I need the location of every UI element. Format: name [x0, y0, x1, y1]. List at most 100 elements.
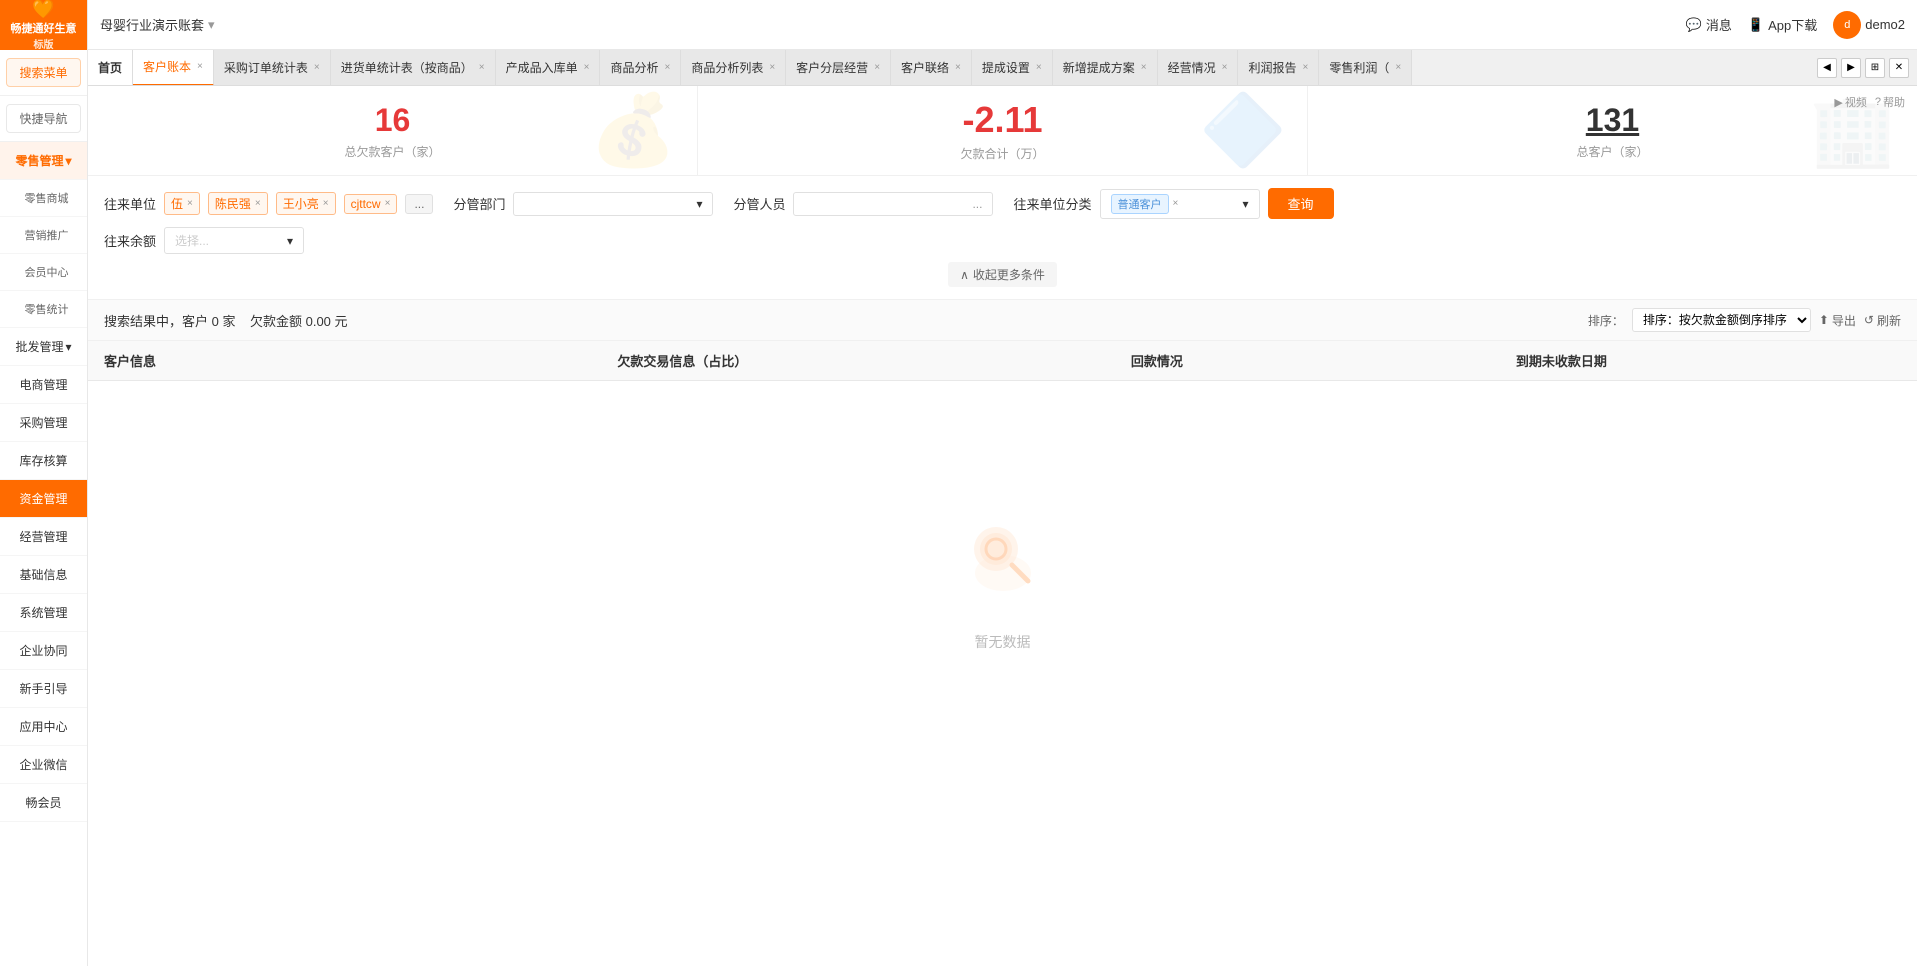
filter-tag-2-remove[interactable]: ×: [255, 198, 261, 209]
logo-text: 畅捷通好生意: [11, 22, 77, 36]
tab-product-analysis-list[interactable]: 商品分析列表 ×: [681, 50, 786, 86]
sidebar-item-corp-wechat[interactable]: 企业微信: [0, 746, 87, 784]
tab-customer-tier-close[interactable]: ×: [874, 62, 880, 73]
tab-biz-situation-close[interactable]: ×: [1222, 62, 1228, 73]
tab-product-analysis-list-label: 商品分析列表: [691, 59, 763, 76]
sidebar-item-inventory[interactable]: 库存核算: [0, 442, 87, 480]
tab-product-instock-close[interactable]: ×: [584, 62, 590, 73]
tab-retail-profit[interactable]: 零售利润（ ×: [1319, 50, 1412, 86]
tab-scroll-right[interactable]: ▶: [1841, 58, 1861, 78]
collapse-up-icon: ∧: [960, 268, 969, 282]
tab-product-analysis-label: 商品分析: [610, 59, 658, 76]
tab-profit-report[interactable]: 利润报告 ×: [1238, 50, 1319, 86]
tab-scroll-left[interactable]: ◀: [1817, 58, 1837, 78]
stat-bg-icon-customers: 💰: [590, 90, 677, 172]
tab-product-analysis-close[interactable]: ×: [664, 62, 670, 73]
sidebar-item-corp-collab[interactable]: 企业协同: [0, 632, 87, 670]
message-button[interactable]: 💬 消息: [1686, 15, 1732, 34]
tab-purchase-order[interactable]: 采购订单统计表 ×: [214, 50, 331, 86]
user-profile[interactable]: d demo2: [1833, 11, 1905, 39]
video-icon: ▶: [1834, 96, 1842, 109]
username-label: demo2: [1865, 17, 1905, 32]
dept-dropdown[interactable]: ▾: [513, 192, 713, 216]
refresh-icon: ↺: [1864, 313, 1874, 327]
app-download-label: App下载: [1768, 15, 1817, 34]
tab-stock-stats[interactable]: 进货单统计表（按商品） ×: [331, 50, 496, 86]
refresh-label: 刷新: [1877, 312, 1901, 329]
tab-customer-tier[interactable]: 客户分层经营 ×: [786, 50, 891, 86]
sidebar-item-operations[interactable]: 经营管理: [0, 518, 87, 556]
collapse-button[interactable]: ∧ 收起更多条件: [948, 262, 1057, 287]
sidebar-item-retail-stat[interactable]: 零售统计: [0, 291, 87, 328]
sidebar-item-wholesale[interactable]: 批发管理 ▾: [0, 328, 87, 366]
stat-value-total[interactable]: 131: [1576, 102, 1648, 139]
tab-customer-cost-close[interactable]: ×: [197, 61, 203, 72]
query-button[interactable]: 查询: [1268, 188, 1334, 219]
sidebar-item-retail[interactable]: 零售管理 ▾: [0, 142, 87, 180]
sidebar-item-marketing[interactable]: 营销推广: [0, 217, 87, 254]
sidebar-search-section: 搜索菜单: [0, 50, 87, 96]
tab-purchase-order-close[interactable]: ×: [314, 62, 320, 73]
tab-stock-stats-close[interactable]: ×: [479, 62, 485, 73]
stats-bar: 💰 16 总欠款客户（家） 🔷 -2.11 欠款合计（万） 🏢 131 总客户（…: [88, 86, 1917, 176]
person-dropdown[interactable]: ...: [793, 192, 993, 216]
tab-new-raise-close[interactable]: ×: [1141, 62, 1147, 73]
sidebar-item-app-center[interactable]: 应用中心: [0, 708, 87, 746]
tab-raise-setting[interactable]: 提成设置 ×: [972, 50, 1053, 86]
results-info: 搜索结果中，客户 0 家 欠款金额 0.00 元: [104, 311, 348, 330]
search-menu-button[interactable]: 搜索菜单: [6, 58, 81, 87]
filter-tag-4-remove[interactable]: ×: [385, 198, 391, 209]
sidebar-item-basic[interactable]: 基础信息: [0, 556, 87, 594]
sidebar: 🧡 畅捷通好生意 标版 搜索菜单 快捷导航 零售管理 ▾ 零售商城 营销推广 会…: [0, 0, 88, 966]
sidebar-item-purchase[interactable]: 采购管理: [0, 404, 87, 442]
tab-biz-situation[interactable]: 经营情况 ×: [1158, 50, 1239, 86]
tab-more[interactable]: ⊞: [1865, 58, 1885, 78]
tab-home-label: 首页: [98, 59, 122, 76]
tab-product-analysis[interactable]: 商品分析 ×: [600, 50, 681, 86]
app-download-button[interactable]: 📱 App下载: [1748, 15, 1817, 34]
sidebar-item-new-guide[interactable]: 新手引导: [0, 670, 87, 708]
refresh-button[interactable]: ↺ 刷新: [1864, 312, 1901, 329]
tab-customer-contact-close[interactable]: ×: [955, 62, 961, 73]
help-doc-link[interactable]: ? 帮助: [1875, 94, 1905, 110]
help-icon: ?: [1875, 96, 1881, 108]
category-dropdown[interactable]: 普通客户 × ▾: [1100, 189, 1260, 219]
filter-more-button[interactable]: ...: [405, 194, 433, 214]
tab-new-raise[interactable]: 新增提成方案 ×: [1053, 50, 1158, 86]
sidebar-item-member[interactable]: 会员中心: [0, 254, 87, 291]
sidebar-item-capital[interactable]: 资金管理: [0, 480, 87, 518]
page-content: 💰 16 总欠款客户（家） 🔷 -2.11 欠款合计（万） 🏢 131 总客户（…: [88, 86, 1917, 966]
tab-close-all[interactable]: ✕: [1889, 58, 1909, 78]
balance-dropdown[interactable]: 选择... ▾: [164, 227, 304, 254]
tab-new-raise-label: 新增提成方案: [1063, 59, 1135, 76]
help-video-link[interactable]: ▶ 视频: [1834, 94, 1866, 110]
sort-select[interactable]: 排序：按欠款金额倒序排序: [1632, 308, 1811, 332]
export-label: 导出: [1832, 312, 1856, 329]
quick-nav-button[interactable]: 快捷导航: [6, 104, 81, 133]
dept-filter-label: 分管部门: [453, 194, 505, 213]
sidebar-item-ecommerce[interactable]: 电商管理: [0, 366, 87, 404]
filter-tag-1-remove[interactable]: ×: [187, 198, 193, 209]
tab-product-instock[interactable]: 产成品入库单 ×: [496, 50, 601, 86]
tab-customer-cost[interactable]: 客户账本 ×: [133, 50, 214, 86]
tab-profit-report-close[interactable]: ×: [1302, 62, 1308, 73]
account-selector[interactable]: 母婴行业演示账套 ▾: [100, 15, 215, 34]
tab-customer-contact-label: 客户联络: [901, 59, 949, 76]
results-actions: 排序： 排序：按欠款金额倒序排序 ⬆ 导出 ↺ 刷新: [1588, 308, 1901, 332]
sidebar-item-system[interactable]: 系统管理: [0, 594, 87, 632]
unit-filter-label: 往来单位: [104, 194, 156, 213]
tab-home[interactable]: 首页: [88, 50, 133, 86]
export-button[interactable]: ⬆ 导出: [1819, 312, 1856, 329]
category-tag-remove[interactable]: ×: [1173, 198, 1179, 209]
sidebar-item-retail-shop[interactable]: 零售商城: [0, 180, 87, 217]
tab-retail-profit-close[interactable]: ×: [1395, 62, 1401, 73]
message-icon: 💬: [1686, 17, 1702, 33]
filter-tag-3-remove[interactable]: ×: [323, 198, 329, 209]
category-chevron-icon: ▾: [1242, 197, 1248, 211]
tab-raise-setting-close[interactable]: ×: [1036, 62, 1042, 73]
tab-customer-contact[interactable]: 客户联络 ×: [891, 50, 972, 86]
download-icon: 📱: [1748, 17, 1764, 33]
tab-product-analysis-list-close[interactable]: ×: [769, 62, 775, 73]
sidebar-item-vip-member[interactable]: 畅会员: [0, 784, 87, 822]
export-icon: ⬆: [1819, 313, 1829, 327]
